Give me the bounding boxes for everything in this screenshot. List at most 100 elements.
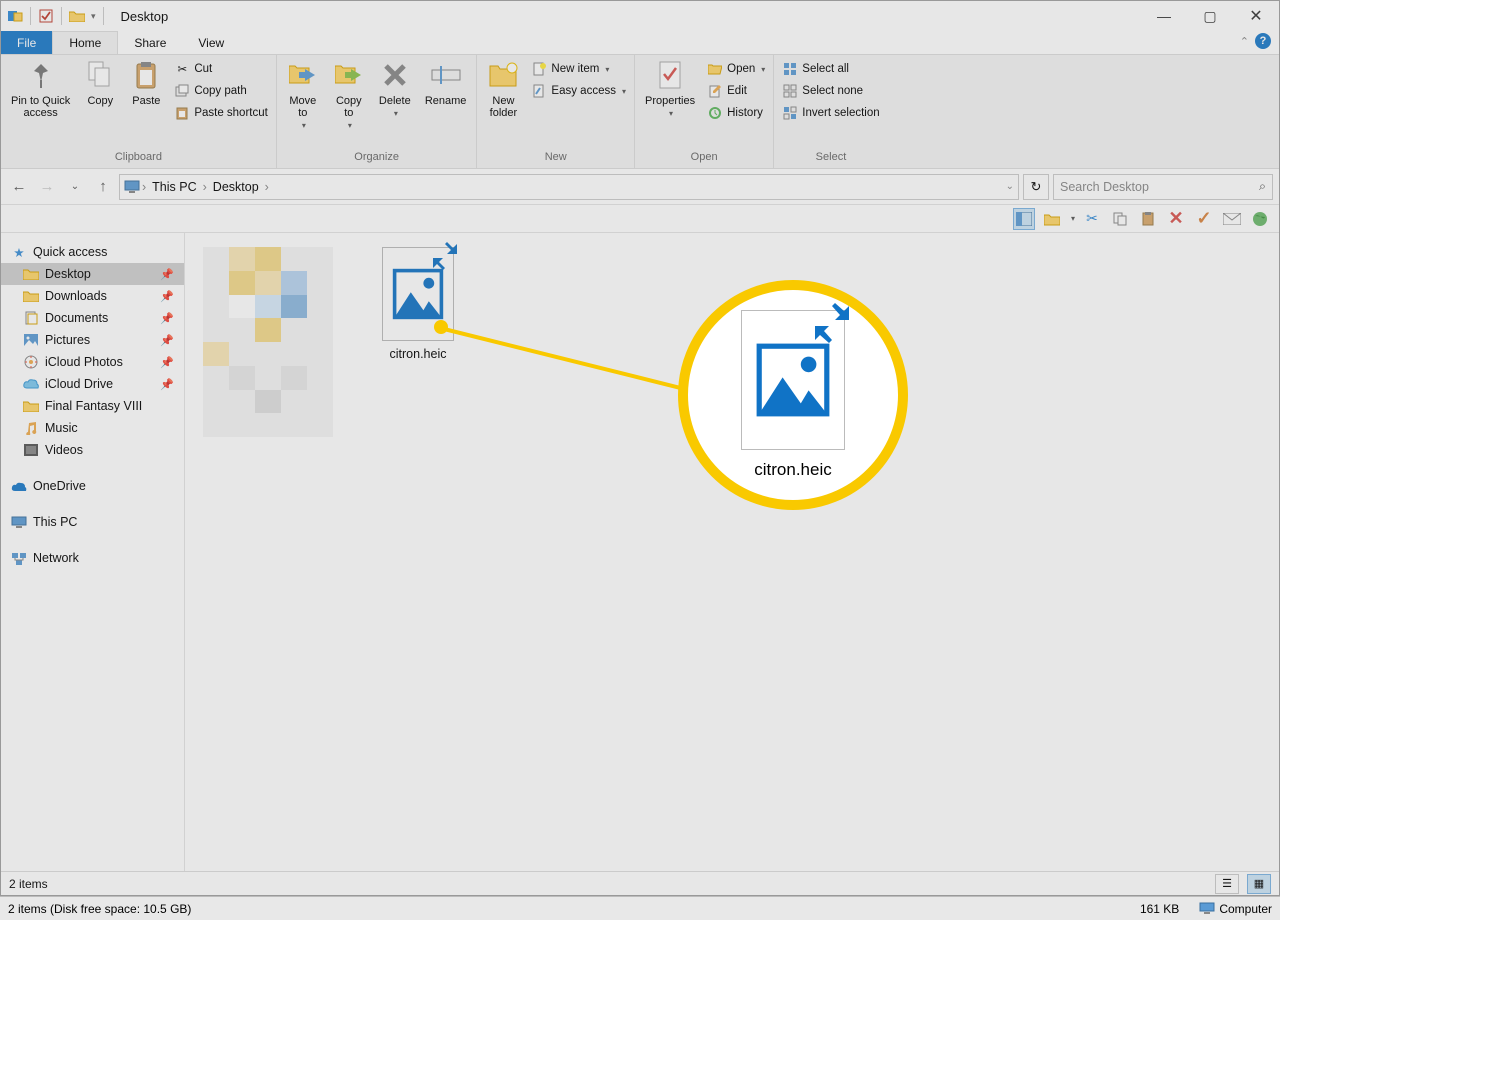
ribbon-group-label: Clipboard bbox=[5, 151, 272, 166]
copy-path-button[interactable]: Copy path bbox=[170, 81, 272, 101]
copy-toolstrip-button[interactable] bbox=[1109, 208, 1131, 230]
select-none-button[interactable]: Select none bbox=[778, 81, 883, 101]
folder-qat-icon[interactable] bbox=[69, 8, 85, 24]
nav-quick-access[interactable]: ★ Quick access bbox=[1, 241, 184, 263]
view-details-button[interactable]: ☰ bbox=[1215, 874, 1239, 894]
globe-toolstrip-button[interactable] bbox=[1249, 208, 1271, 230]
navigation-pane: ★ Quick access Desktop📌 Downloads📌 Docum… bbox=[1, 233, 185, 871]
ribbon-tab-row: File Home Share View ⌃ ? bbox=[1, 31, 1279, 55]
monitor-icon bbox=[124, 179, 140, 195]
address-dropdown-icon[interactable]: ⌄ bbox=[1006, 181, 1014, 192]
edit-icon bbox=[707, 83, 723, 99]
paste-icon bbox=[130, 59, 162, 91]
properties-button[interactable]: Properties▾ bbox=[639, 57, 701, 120]
history-button[interactable]: History bbox=[703, 103, 769, 123]
copy-to-button[interactable]: Copy to▾ bbox=[327, 57, 371, 132]
search-input[interactable]: Search Desktop ⌕ bbox=[1053, 174, 1273, 200]
pin-to-quick-access-button[interactable]: Pin to Quick access bbox=[5, 57, 76, 121]
music-icon bbox=[23, 420, 39, 436]
status-item-count: 2 items bbox=[9, 877, 48, 891]
cut-button[interactable]: ✂Cut bbox=[170, 59, 272, 79]
tab-share[interactable]: Share bbox=[118, 31, 182, 54]
tab-view[interactable]: View bbox=[182, 31, 240, 54]
nav-forward-button[interactable]: → bbox=[35, 175, 59, 199]
new-item-button[interactable]: New item▾ bbox=[527, 59, 630, 79]
invert-selection-button[interactable]: Invert selection bbox=[778, 103, 883, 123]
nav-item-documents[interactable]: Documents📌 bbox=[1, 307, 184, 329]
nav-item-ff8[interactable]: Final Fantasy VIII bbox=[1, 395, 184, 417]
easy-access-button[interactable]: Easy access▾ bbox=[527, 81, 630, 101]
pin-icon: 📌 bbox=[160, 268, 180, 281]
preview-pane-button[interactable] bbox=[1013, 208, 1035, 230]
view-large-icons-button[interactable]: ▦ bbox=[1247, 874, 1271, 894]
explorer-icon bbox=[7, 8, 23, 24]
nav-network[interactable]: Network bbox=[1, 547, 184, 569]
new-item-icon bbox=[531, 61, 547, 77]
minimize-button[interactable]: — bbox=[1141, 1, 1187, 31]
cut-toolstrip-button[interactable]: ✂ bbox=[1081, 208, 1103, 230]
delete-button[interactable]: Delete▾ bbox=[373, 57, 417, 120]
edit-button[interactable]: Edit bbox=[703, 81, 769, 101]
refresh-button[interactable]: ↻ bbox=[1023, 174, 1049, 200]
ribbon-collapse-icon[interactable]: ⌃ bbox=[1240, 35, 1249, 48]
organize-button[interactable] bbox=[1041, 208, 1063, 230]
nav-item-desktop[interactable]: Desktop📌 bbox=[1, 263, 184, 285]
ribbon-group-label: Organize bbox=[281, 151, 473, 166]
rename-button[interactable]: Rename bbox=[419, 57, 473, 109]
nav-item-music[interactable]: Music bbox=[1, 417, 184, 439]
nav-this-pc[interactable]: This PC bbox=[1, 511, 184, 533]
separator bbox=[30, 7, 31, 25]
pictures-icon bbox=[23, 332, 39, 348]
ribbon-group-label: New bbox=[481, 151, 630, 166]
paste-toolstrip-button[interactable] bbox=[1137, 208, 1159, 230]
nav-item-icloud-photos[interactable]: iCloud Photos📌 bbox=[1, 351, 184, 373]
breadcrumb-desktop[interactable]: Desktop bbox=[209, 180, 263, 194]
confirm-toolstrip-button[interactable]: ✓ bbox=[1193, 208, 1215, 230]
nav-up-button[interactable]: ↑ bbox=[91, 175, 115, 199]
star-icon: ★ bbox=[11, 244, 27, 260]
computer-icon bbox=[1199, 902, 1215, 915]
qat-dropdown-icon[interactable]: ▾ bbox=[91, 11, 96, 22]
close-button[interactable]: ✕ bbox=[1233, 1, 1279, 31]
help-icon[interactable]: ? bbox=[1255, 33, 1271, 49]
move-to-icon bbox=[287, 59, 319, 91]
ribbon-group-open: Properties▾ Open▾ Edit History Open bbox=[635, 55, 774, 168]
onedrive-icon bbox=[11, 478, 27, 494]
new-folder-button[interactable]: New folder bbox=[481, 57, 525, 121]
disk-free-label: 2 items (Disk free space: 10.5 GB) bbox=[8, 902, 191, 916]
mail-toolstrip-button[interactable] bbox=[1221, 208, 1243, 230]
nav-item-icloud-drive[interactable]: iCloud Drive📌 bbox=[1, 373, 184, 395]
file-tile-citron[interactable]: citron.heic bbox=[353, 247, 483, 361]
pixelated-thumb bbox=[203, 247, 333, 437]
invert-selection-icon bbox=[782, 105, 798, 121]
move-to-button[interactable]: Move to▾ bbox=[281, 57, 325, 132]
nav-back-button[interactable]: ← bbox=[7, 175, 31, 199]
nav-item-pictures[interactable]: Pictures📌 bbox=[1, 329, 184, 351]
maximize-button[interactable]: ▢ bbox=[1187, 1, 1233, 31]
open-button[interactable]: Open▾ bbox=[703, 59, 769, 79]
paste-shortcut-button[interactable]: Paste shortcut bbox=[170, 103, 272, 123]
ribbon-group-new: New folder New item▾ Easy access▾ New bbox=[477, 55, 635, 168]
rename-icon bbox=[430, 59, 462, 91]
breadcrumb-this-pc[interactable]: This PC bbox=[148, 180, 200, 194]
delete-toolstrip-button[interactable]: ✕ bbox=[1165, 208, 1187, 230]
copy-button[interactable]: Copy bbox=[78, 57, 122, 109]
nav-item-downloads[interactable]: Downloads📌 bbox=[1, 285, 184, 307]
quick-access-toolbar: ▾ bbox=[1, 7, 113, 25]
select-all-button[interactable]: Select all bbox=[778, 59, 883, 79]
address-input[interactable]: › This PC › Desktop › ⌄ bbox=[119, 174, 1019, 200]
nav-recent-dropdown[interactable]: ⌄ bbox=[63, 175, 87, 199]
nav-item-videos[interactable]: Videos bbox=[1, 439, 184, 461]
this-pc-icon bbox=[11, 514, 27, 530]
dropdown-icon[interactable]: ▾ bbox=[1071, 214, 1075, 223]
tab-home[interactable]: Home bbox=[52, 31, 118, 54]
properties-icon bbox=[654, 59, 686, 91]
properties-qat-icon[interactable] bbox=[38, 8, 54, 24]
address-bar: ← → ⌄ ↑ › This PC › Desktop › ⌄ ↻ Search… bbox=[1, 169, 1279, 205]
status-bar: 2 items ☰ ▦ bbox=[1, 871, 1279, 895]
file-tile-blurred[interactable] bbox=[203, 247, 333, 437]
copy-icon bbox=[84, 59, 116, 91]
nav-onedrive[interactable]: OneDrive bbox=[1, 475, 184, 497]
paste-button[interactable]: Paste bbox=[124, 57, 168, 109]
tab-file[interactable]: File bbox=[1, 31, 52, 54]
